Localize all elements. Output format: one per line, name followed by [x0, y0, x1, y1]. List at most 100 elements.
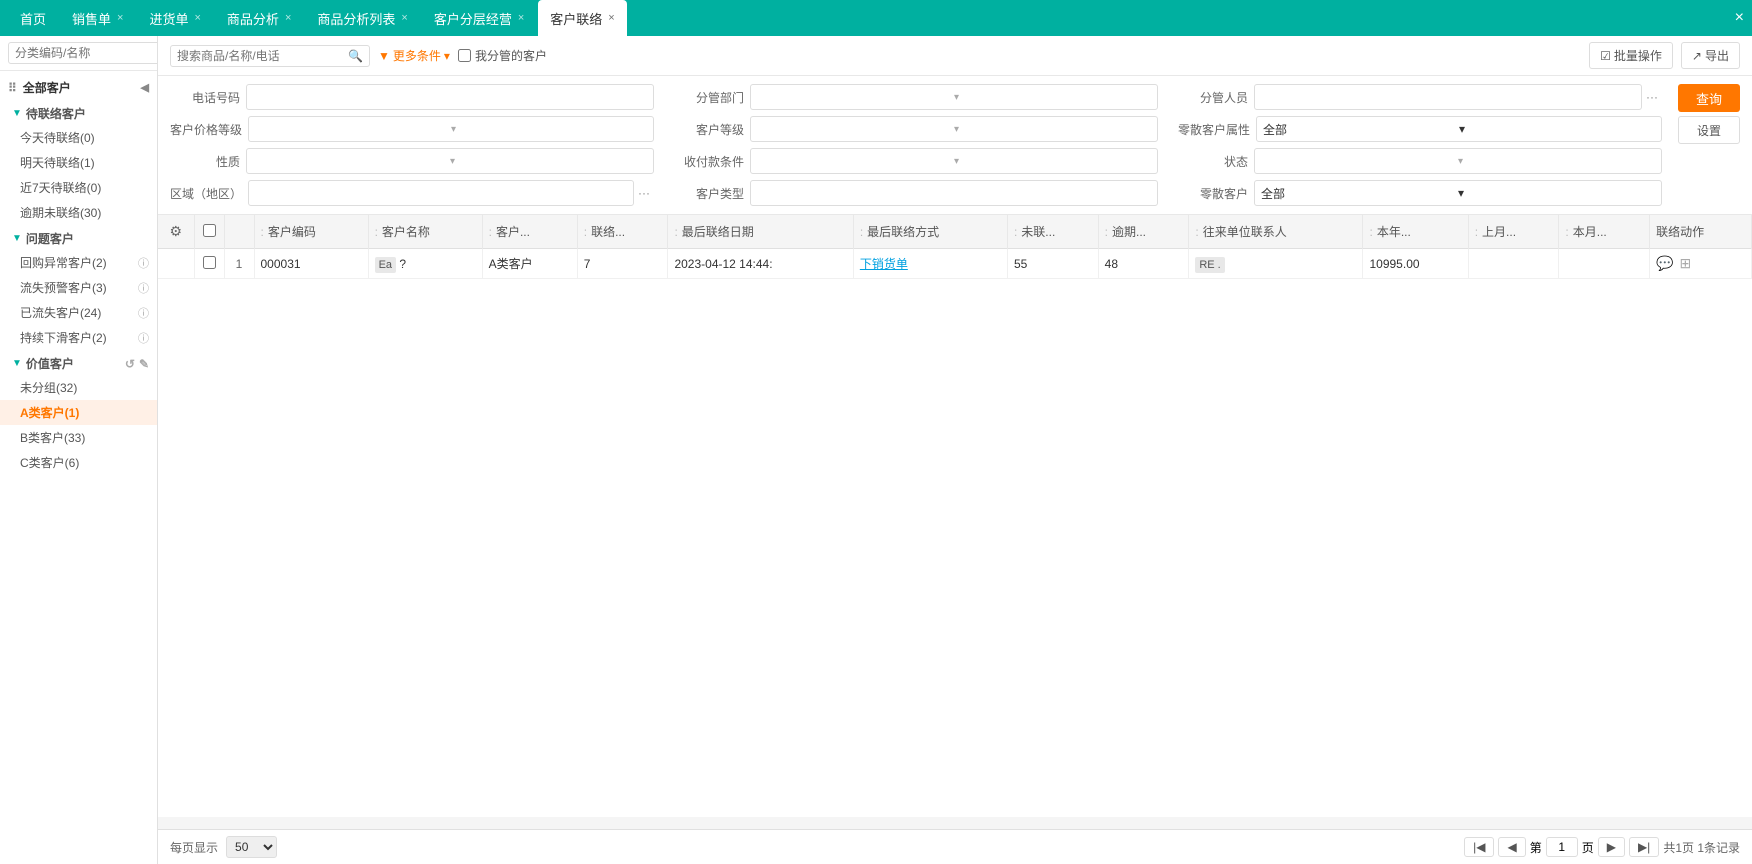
refresh-icon[interactable]: ↺: [125, 357, 135, 371]
row-action-0: 💬 ⊞: [1650, 249, 1752, 279]
batch-op-btn[interactable]: ☑ 批量操作: [1589, 42, 1673, 69]
problem-section-header[interactable]: ▼ 问题客户: [0, 225, 157, 250]
all-customers-header[interactable]: ⠿ 全部客户 ◀: [0, 71, 157, 100]
value-section-header[interactable]: ▼ 价值客户 ↺ ✎: [0, 350, 157, 375]
export-icon: ↗: [1692, 49, 1702, 63]
row-check-0: [194, 249, 224, 279]
dept-select[interactable]: ▾: [750, 84, 1158, 110]
filter-nature-cell: 性质 ▾: [170, 148, 654, 174]
pending-section-header[interactable]: ▼ 待联络客户: [0, 100, 157, 125]
row-actions-container-0: 💬 ⊞: [1656, 255, 1745, 272]
nav-tab-home[interactable]: 首页: [8, 0, 58, 36]
next-page-btn[interactable]: ▶: [1598, 837, 1625, 857]
close-tab-sales-icon[interactable]: ×: [117, 12, 123, 24]
query-btn[interactable]: 查询: [1678, 84, 1740, 112]
person-ellipsis-btn[interactable]: ···: [1642, 90, 1662, 104]
row-last-date-0: 2023-04-12 14:44:: [668, 249, 853, 279]
row-link-icon-0[interactable]: ⊞: [1680, 255, 1692, 272]
payment-label: 收付款条件: [674, 153, 744, 170]
price-grade-select[interactable]: ▾: [248, 116, 654, 142]
region-label: 区域（地区）: [170, 185, 242, 202]
row-last-method-link-0[interactable]: 下销货单: [860, 257, 908, 271]
retail-attr-select[interactable]: 全部 ▾: [1256, 116, 1662, 142]
sidebar-item-lost[interactable]: 已流失客户(24) ⓘ: [0, 300, 157, 325]
retail-select[interactable]: 全部 ▾: [1254, 180, 1662, 206]
sidebar-item-lost-warning[interactable]: 流失预警客户(3) ⓘ: [0, 275, 157, 300]
export-btn[interactable]: ↗ 导出: [1681, 42, 1740, 69]
sidebar-item-a-class[interactable]: A类客户(1): [0, 400, 157, 425]
batch-op-label: 批量操作: [1614, 47, 1662, 64]
page-size-select[interactable]: 50 10 20 100: [226, 836, 277, 858]
sidebar-item-7days[interactable]: 近7天待联络(0): [0, 175, 157, 200]
close-all-icon[interactable]: ×: [1735, 9, 1744, 27]
nav-tab-goods-list[interactable]: 商品分析列表×: [305, 0, 419, 36]
more-filters-arrow: ▾: [444, 49, 450, 63]
collapse-icon[interactable]: ◀: [141, 81, 149, 94]
col-last-date-header: :最后联络日期: [668, 215, 853, 249]
page-of-label: 页: [1582, 839, 1594, 856]
sidebar-item-c-class[interactable]: C类客户(6): [0, 450, 157, 475]
row-last-month-0: [1468, 249, 1559, 279]
my-customers-checkbox[interactable]: [458, 49, 471, 62]
sidebar-item-today[interactable]: 今天待联络(0): [0, 125, 157, 150]
row-checkbox-0[interactable]: [203, 256, 216, 269]
region-input[interactable]: [248, 180, 634, 206]
close-tab-customer-contact-icon[interactable]: ×: [608, 12, 614, 24]
page-label: 第: [1530, 839, 1542, 856]
filter-search-input[interactable]: [177, 49, 348, 63]
nav-tab-goods-analysis[interactable]: 商品分析×: [215, 0, 303, 36]
value-arrow-icon: ▼: [12, 358, 22, 369]
cust-type-select[interactable]: [750, 180, 1158, 206]
region-ellipsis-btn[interactable]: ···: [634, 186, 654, 200]
close-tab-customer-tier-icon[interactable]: ×: [518, 12, 524, 24]
filter-search-icon[interactable]: 🔍: [348, 49, 363, 63]
phone-input[interactable]: [246, 84, 654, 110]
select-all-checkbox[interactable]: [203, 224, 216, 237]
filter-search-container: 🔍: [170, 45, 370, 67]
close-tab-goods-list-icon[interactable]: ×: [401, 12, 407, 24]
my-customers-checkbox-container[interactable]: 我分管的客户: [458, 47, 547, 64]
sidebar-item-repurchase-abnormal[interactable]: 回购异常客户(2) ⓘ: [0, 250, 157, 275]
nav-tab-customer-tier[interactable]: 客户分层经营×: [422, 0, 536, 36]
status-select[interactable]: ▾: [1254, 148, 1662, 174]
sidebar-item-ungrouped[interactable]: 未分组(32): [0, 375, 157, 400]
settings-btn[interactable]: 设置: [1678, 116, 1740, 144]
filter-row-4: 区域（地区） ··· 客户类型 零散: [170, 180, 1662, 206]
sidebar-item-overdue[interactable]: 逾期未联络(30): [0, 200, 157, 225]
row-chat-icon-0[interactable]: 💬: [1656, 255, 1673, 272]
col-action-header: 联络动作: [1650, 215, 1752, 249]
sidebar-search-container: 🔍: [0, 36, 157, 71]
nav-tab-purchase[interactable]: 进货单×: [137, 0, 212, 36]
last-page-btn[interactable]: ▶|: [1629, 837, 1659, 857]
sidebar-item-tomorrow[interactable]: 明天待联络(1): [0, 150, 157, 175]
nature-select[interactable]: ▾: [246, 148, 654, 174]
cust-type-label: 客户类型: [674, 185, 744, 202]
main-container: 🔍 ⠿ 全部客户 ◀ ▼ 待联络客户 今天待联络(0) 明天待联络(1) 近7天…: [0, 36, 1752, 864]
export-label: 导出: [1705, 47, 1729, 64]
horizontal-scrollbar[interactable]: [158, 817, 1752, 829]
retail-value: 全部: [1261, 185, 1458, 202]
pending-section-label: 待联络客户: [26, 105, 86, 122]
prev-page-btn[interactable]: ◀: [1498, 837, 1525, 857]
nav-tab-customer-contact[interactable]: 客户联络×: [538, 0, 626, 36]
payment-select[interactable]: ▾: [750, 148, 1158, 174]
sidebar-search-input[interactable]: [8, 42, 158, 64]
col-gear-icon[interactable]: ⚙: [169, 223, 182, 239]
col-this-year-header: :本年...: [1363, 215, 1468, 249]
sidebar-item-declining[interactable]: 持续下滑客户(2) ⓘ: [0, 325, 157, 350]
page-input[interactable]: [1546, 837, 1578, 857]
close-tab-goods-analysis-icon[interactable]: ×: [285, 12, 291, 24]
person-input[interactable]: [1254, 84, 1642, 110]
person-label: 分管人员: [1178, 89, 1248, 106]
close-tab-purchase-icon[interactable]: ×: [194, 12, 200, 24]
sidebar-item-b-class[interactable]: B类客户(33): [0, 425, 157, 450]
more-filters-btn[interactable]: ▼ 更多条件 ▾: [378, 47, 450, 64]
nature-arrow-icon: ▾: [450, 156, 647, 167]
payment-arrow-icon: ▾: [954, 156, 1151, 167]
edit-value-icon[interactable]: ✎: [139, 357, 149, 371]
first-page-btn[interactable]: |◀: [1464, 837, 1494, 857]
filter-status-cell: 状态 ▾: [1178, 148, 1662, 174]
nav-tab-sales[interactable]: 销售单×: [60, 0, 135, 36]
cust-grade-select[interactable]: ▾: [750, 116, 1158, 142]
my-customers-label: 我分管的客户: [475, 47, 547, 64]
